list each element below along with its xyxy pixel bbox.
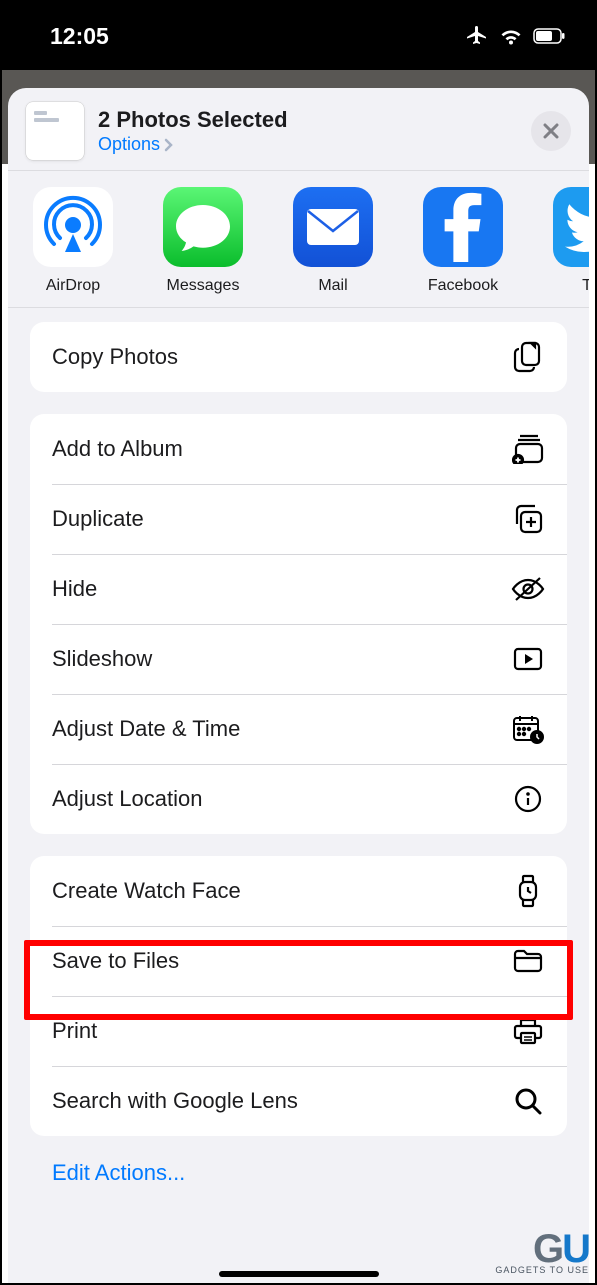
watermark: GU GADGETS TO USE <box>495 1229 589 1275</box>
action-label: Duplicate <box>52 506 144 532</box>
calendar-clock-icon <box>511 712 545 746</box>
chevron-right-icon <box>163 138 173 152</box>
options-label: Options <box>98 134 160 155</box>
search-icon <box>511 1084 545 1118</box>
action-label: Search with Google Lens <box>52 1088 298 1114</box>
close-icon <box>542 122 560 140</box>
copy-icon <box>511 340 545 374</box>
action-label: Slideshow <box>52 646 152 672</box>
share-facebook[interactable]: Facebook <box>398 179 528 303</box>
options-link[interactable]: Options <box>98 134 517 155</box>
share-sheet: 2 Photos Selected Options AirDrop Messag… <box>8 88 589 1283</box>
wifi-icon <box>499 26 523 46</box>
duplicate-icon <box>511 502 545 536</box>
watch-icon <box>511 874 545 908</box>
airplane-mode-icon <box>465 24 489 48</box>
share-mail[interactable]: Mail <box>268 179 398 303</box>
action-label: Hide <box>52 576 97 602</box>
action-print[interactable]: Print <box>30 996 567 1066</box>
edit-actions-label: Edit Actions... <box>52 1160 185 1185</box>
battery-icon <box>533 28 565 44</box>
play-icon <box>511 642 545 676</box>
share-messages-label: Messages <box>167 277 240 295</box>
share-mail-label: Mail <box>318 277 347 295</box>
twitter-icon <box>553 187 589 267</box>
share-twitter-label: Twitte <box>582 277 589 295</box>
action-google-lens[interactable]: Search with Google Lens <box>30 1066 567 1136</box>
hide-icon <box>511 572 545 606</box>
action-hide[interactable]: Hide <box>30 554 567 624</box>
action-group-1: Copy Photos <box>30 322 567 392</box>
sheet-header: 2 Photos Selected Options <box>8 88 589 171</box>
close-button[interactable] <box>531 111 571 151</box>
printer-icon <box>511 1014 545 1048</box>
sheet-title: 2 Photos Selected <box>98 107 517 133</box>
watermark-logo: GU <box>533 1229 589 1269</box>
action-label: Create Watch Face <box>52 878 241 904</box>
action-label: Copy Photos <box>52 344 178 370</box>
action-groups: Copy Photos Add to Album Duplicate H <box>8 308 589 1206</box>
home-indicator[interactable] <box>219 1271 379 1277</box>
action-duplicate[interactable]: Duplicate <box>30 484 567 554</box>
action-group-2: Add to Album Duplicate Hide Slideshow <box>30 414 567 834</box>
action-copy-photos[interactable]: Copy Photos <box>30 322 567 392</box>
add-album-icon <box>511 432 545 466</box>
share-twitter[interactable]: Twitte <box>528 179 589 303</box>
status-icons <box>465 24 565 48</box>
share-apps-row[interactable]: AirDrop Messages Mail Facebook Twitte <box>8 171 589 308</box>
action-group-3: Create Watch Face Save to Files Print Se… <box>30 856 567 1136</box>
share-airdrop[interactable]: AirDrop <box>8 179 138 303</box>
folder-icon <box>511 944 545 978</box>
status-bar: 12:05 <box>2 2 595 70</box>
action-label: Adjust Date & Time <box>52 716 240 742</box>
airdrop-icon <box>33 187 113 267</box>
info-icon <box>511 782 545 816</box>
share-messages[interactable]: Messages <box>138 179 268 303</box>
action-label: Adjust Location <box>52 786 202 812</box>
action-adjust-location[interactable]: Adjust Location <box>30 764 567 834</box>
action-create-watch-face[interactable]: Create Watch Face <box>30 856 567 926</box>
action-add-to-album[interactable]: Add to Album <box>30 414 567 484</box>
preview-thumbnail[interactable] <box>26 102 84 160</box>
action-save-to-files[interactable]: Save to Files <box>30 926 567 996</box>
share-airdrop-label: AirDrop <box>46 277 100 295</box>
mail-icon <box>293 187 373 267</box>
action-slideshow[interactable]: Slideshow <box>30 624 567 694</box>
edit-actions-link[interactable]: Edit Actions... <box>30 1158 567 1188</box>
action-adjust-date-time[interactable]: Adjust Date & Time <box>30 694 567 764</box>
action-label: Save to Files <box>52 948 179 974</box>
share-facebook-label: Facebook <box>428 277 498 295</box>
sheet-title-wrap: 2 Photos Selected Options <box>98 107 517 155</box>
action-label: Add to Album <box>52 436 183 462</box>
action-label: Print <box>52 1018 97 1044</box>
status-time: 12:05 <box>50 23 109 50</box>
messages-icon <box>163 187 243 267</box>
watermark-text: GADGETS TO USE <box>495 1265 589 1275</box>
facebook-icon <box>423 187 503 267</box>
